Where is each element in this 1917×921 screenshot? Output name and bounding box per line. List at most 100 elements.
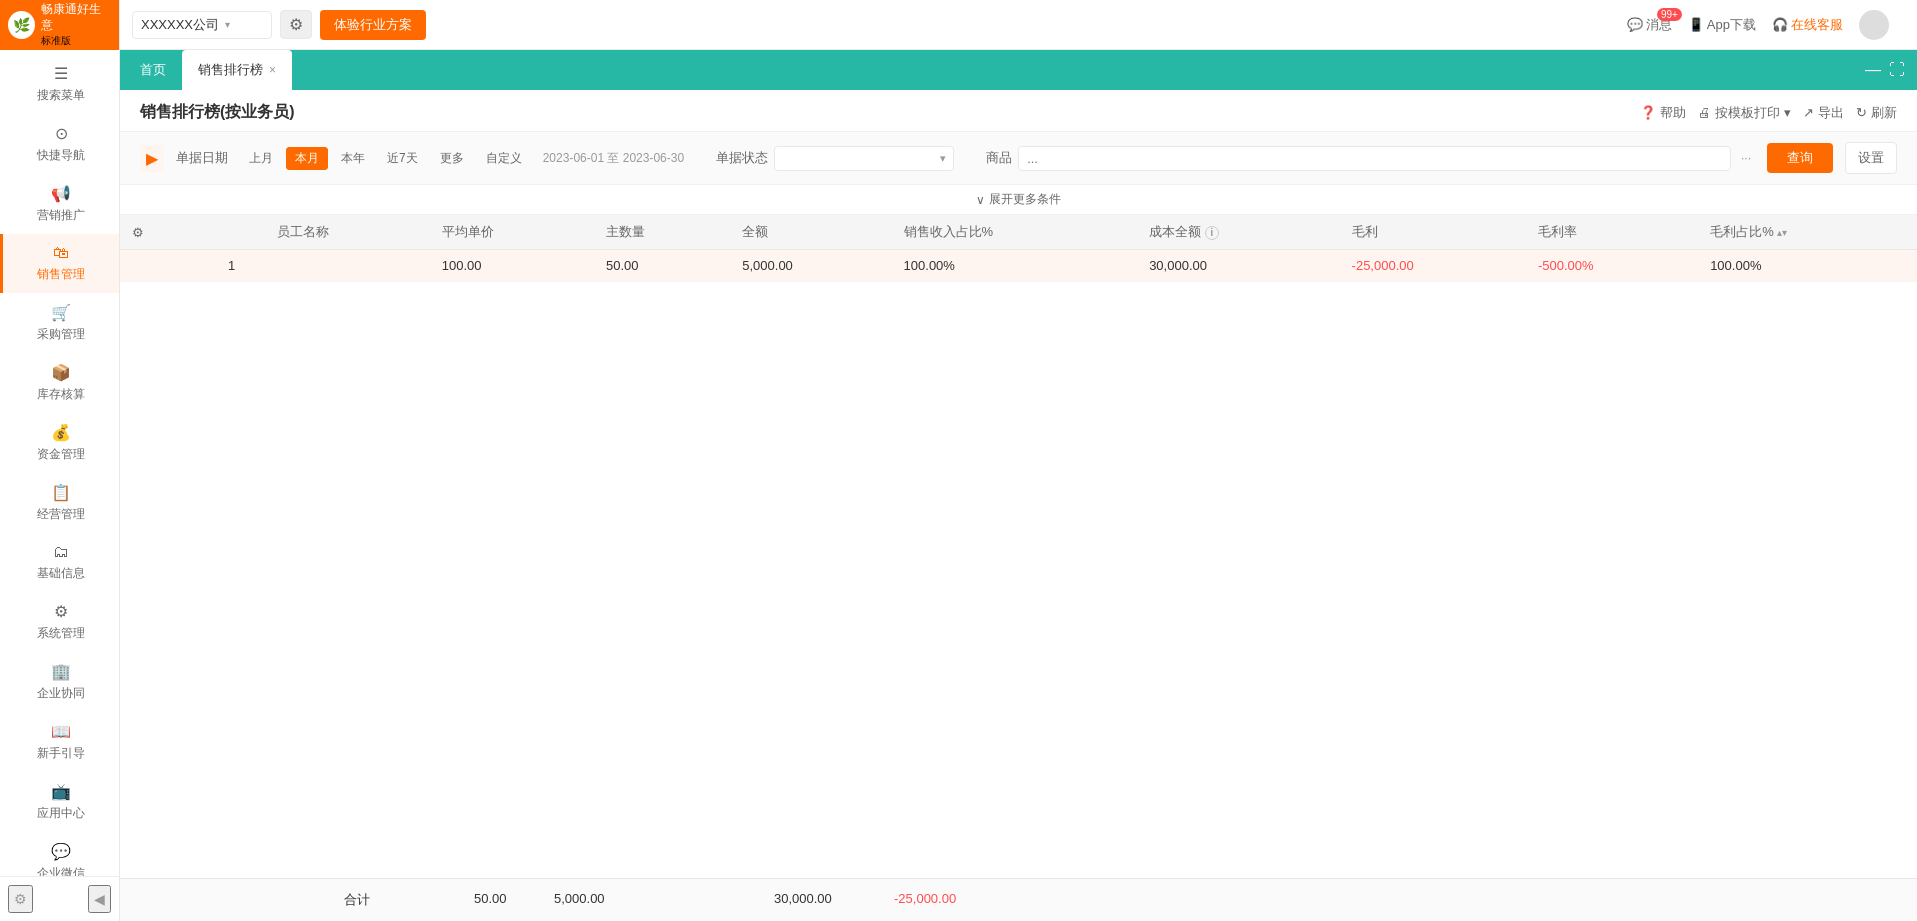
goods-filter-wrap: 商品 ··· xyxy=(986,146,1755,171)
sidebar-item-label: 新手引导 xyxy=(37,745,85,762)
sidebar-item-guide[interactable]: 📖 新手引导 xyxy=(0,712,119,772)
filter-more-icon[interactable]: ··· xyxy=(1737,151,1755,165)
sidebar-item-basic[interactable]: 🗂 基础信息 xyxy=(0,533,119,592)
col-margin-pct: 毛利占比% ▴▾ xyxy=(1698,215,1917,250)
tab-active-label: 销售排行榜 xyxy=(198,61,263,79)
sidebar-item-system[interactable]: ⚙ 系统管理 xyxy=(0,592,119,652)
sidebar-item-label: 快捷导航 xyxy=(37,147,85,164)
sidebar-item-enterprise[interactable]: 🏢 企业协同 xyxy=(0,652,119,712)
cell-margin-pct: 100.00% xyxy=(1698,250,1917,282)
sidebar-item-quick[interactable]: ⊙ 快捷导航 xyxy=(0,114,119,174)
topbar: XXXXXX公司 ▾ ⚙ 体验行业方案 💬 消息 99+ 📱 App下载 🎧 在… xyxy=(120,0,1917,50)
sidebar: 🌿 畅康通好生意 标准版 ☰ 搜索菜单 ⊙ 快捷导航 📢 营销推广 🛍 销售管理… xyxy=(0,0,120,921)
tab-home[interactable]: 首页 xyxy=(124,50,182,90)
col-amount: 全额 xyxy=(730,215,891,250)
footer-gross: -25,000.00 xyxy=(882,887,1002,913)
date-last-month-button[interactable]: 上月 xyxy=(240,147,282,170)
print-chevron-icon: ▾ xyxy=(1784,105,1791,120)
table-footer: 合计 50.00 5,000.00 30,000.00 -25,000.00 xyxy=(120,878,1917,921)
wechat-icon: 💬 xyxy=(51,842,71,861)
enterprise-icon: 🏢 xyxy=(51,662,71,681)
sidebar-item-label: 企业协同 xyxy=(37,685,85,702)
table-header-row: ⚙ 员工名称 平均单价 主数量 全额 销售收入占比% 成本全额 i 毛利 毛利率… xyxy=(120,215,1917,250)
sidebar-item-finance[interactable]: 💰 资金管理 xyxy=(0,413,119,473)
apps-icon: 📺 xyxy=(51,782,71,801)
inventory-icon: 📦 xyxy=(51,363,71,382)
marketing-icon: 📢 xyxy=(51,184,71,203)
app-version: 标准版 xyxy=(41,34,111,48)
settings-button[interactable]: 设置 xyxy=(1845,142,1897,174)
expand-more-row: ∨ 展开更多条件 xyxy=(120,185,1917,215)
sidebar-item-purchase[interactable]: 🛒 采购管理 xyxy=(0,293,119,353)
quick-nav-icon: ⊙ xyxy=(55,124,68,143)
col-name: 员工名称 xyxy=(265,215,429,250)
page-title: 销售排行榜(按业务员) xyxy=(140,102,295,123)
main-area: XXXXXX公司 ▾ ⚙ 体验行业方案 💬 消息 99+ 📱 App下载 🎧 在… xyxy=(120,0,1917,921)
sidebar-settings-button[interactable]: ⚙ xyxy=(8,885,33,913)
print-label: 按模板打印 xyxy=(1715,104,1780,122)
app-download-button[interactable]: 📱 App下载 xyxy=(1688,16,1756,34)
avatar[interactable] xyxy=(1859,10,1889,40)
settings-col-icon: ⚙ xyxy=(132,225,144,240)
footer-sales-pct xyxy=(642,887,762,913)
date-this-year-button[interactable]: 本年 xyxy=(332,147,374,170)
service-label: 在线客服 xyxy=(1791,16,1843,34)
date-custom-button[interactable]: 自定义 xyxy=(477,147,531,170)
filter-expand-arrow[interactable]: ▶ xyxy=(140,145,164,172)
sidebar-item-label: 销售管理 xyxy=(37,266,85,283)
sidebar-item-inventory[interactable]: 📦 库存核算 xyxy=(0,353,119,413)
export-button[interactable]: ↗ 导出 xyxy=(1803,104,1844,122)
date-this-month-button[interactable]: 本月 xyxy=(286,147,328,170)
tab-close-icon[interactable]: × xyxy=(269,63,276,77)
col-cost: 成本全额 i xyxy=(1137,215,1339,250)
sidebar-item-sales[interactable]: 🛍 销售管理 xyxy=(0,234,119,293)
industry-solution-button[interactable]: 体验行业方案 xyxy=(320,10,426,40)
cell-sales-pct: 100.00% xyxy=(892,250,1138,282)
col-settings[interactable]: ⚙ xyxy=(120,215,198,250)
expand-conditions-button[interactable]: ∨ 展开更多条件 xyxy=(976,191,1061,208)
status-label: 单据状态 xyxy=(716,149,768,167)
goods-input[interactable] xyxy=(1018,146,1731,171)
print-icon: 🖨 xyxy=(1698,105,1711,120)
sidebar-collapse-button[interactable]: ◀ xyxy=(88,885,111,913)
print-button[interactable]: 🖨 按模板打印 ▾ xyxy=(1698,104,1791,122)
app-logo: 🌿 畅康通好生意 标准版 xyxy=(0,0,119,50)
search-menu-icon: ☰ xyxy=(54,64,68,83)
sidebar-item-search[interactable]: ☰ 搜索菜单 xyxy=(0,54,119,114)
refresh-button[interactable]: ↻ 刷新 xyxy=(1856,104,1897,122)
col-gross: 毛利 xyxy=(1340,215,1526,250)
cell-avg-price: 100.00 xyxy=(430,250,594,282)
message-icon: 💬 xyxy=(1627,17,1643,32)
table-wrap: ⚙ 员工名称 平均单价 主数量 全额 销售收入占比% 成本全额 i 毛利 毛利率… xyxy=(120,215,1917,878)
goods-label: 商品 xyxy=(986,149,1012,167)
sidebar-item-wechat[interactable]: 💬 企业微信 xyxy=(0,832,119,876)
message-button[interactable]: 💬 消息 99+ xyxy=(1627,16,1672,34)
sidebar-item-marketing[interactable]: 📢 营销推广 xyxy=(0,174,119,234)
status-select[interactable] xyxy=(774,146,954,171)
sidebar-bottom: ⚙ ◀ xyxy=(0,876,119,921)
help-button[interactable]: ❓ 帮助 xyxy=(1640,104,1686,122)
col-qty: 主数量 xyxy=(594,215,730,250)
tab-sales-ranking[interactable]: 销售排行榜 × xyxy=(182,50,292,90)
online-service-button[interactable]: 🎧 在线客服 xyxy=(1772,16,1843,34)
sidebar-item-label: 企业微信 xyxy=(37,865,85,876)
export-label: 导出 xyxy=(1818,104,1844,122)
cell-cost: 30,000.00 xyxy=(1137,250,1339,282)
system-icon: ⚙ xyxy=(54,602,68,621)
company-selector[interactable]: XXXXXX公司 ▾ xyxy=(132,11,272,39)
basic-icon: 🗂 xyxy=(53,543,69,561)
company-settings-button[interactable]: ⚙ xyxy=(280,10,312,39)
footer-cost: 30,000.00 xyxy=(762,887,882,913)
date-last-7days-button[interactable]: 近7天 xyxy=(378,147,427,170)
cell-name xyxy=(265,250,429,282)
chevron-down-icon: ∨ xyxy=(976,193,985,207)
footer-amount: 5,000.00 xyxy=(542,887,642,913)
date-more-button[interactable]: 更多 xyxy=(431,147,473,170)
operations-icon: 📋 xyxy=(51,483,71,502)
sidebar-item-apps[interactable]: 📺 应用中心 xyxy=(0,772,119,832)
sidebar-item-operations[interactable]: 📋 经营管理 xyxy=(0,473,119,533)
query-button[interactable]: 查询 xyxy=(1767,143,1833,173)
tab-minimize-button[interactable]: — xyxy=(1865,61,1881,79)
tab-maximize-button[interactable]: ⛶ xyxy=(1889,61,1905,79)
guide-icon: 📖 xyxy=(51,722,71,741)
